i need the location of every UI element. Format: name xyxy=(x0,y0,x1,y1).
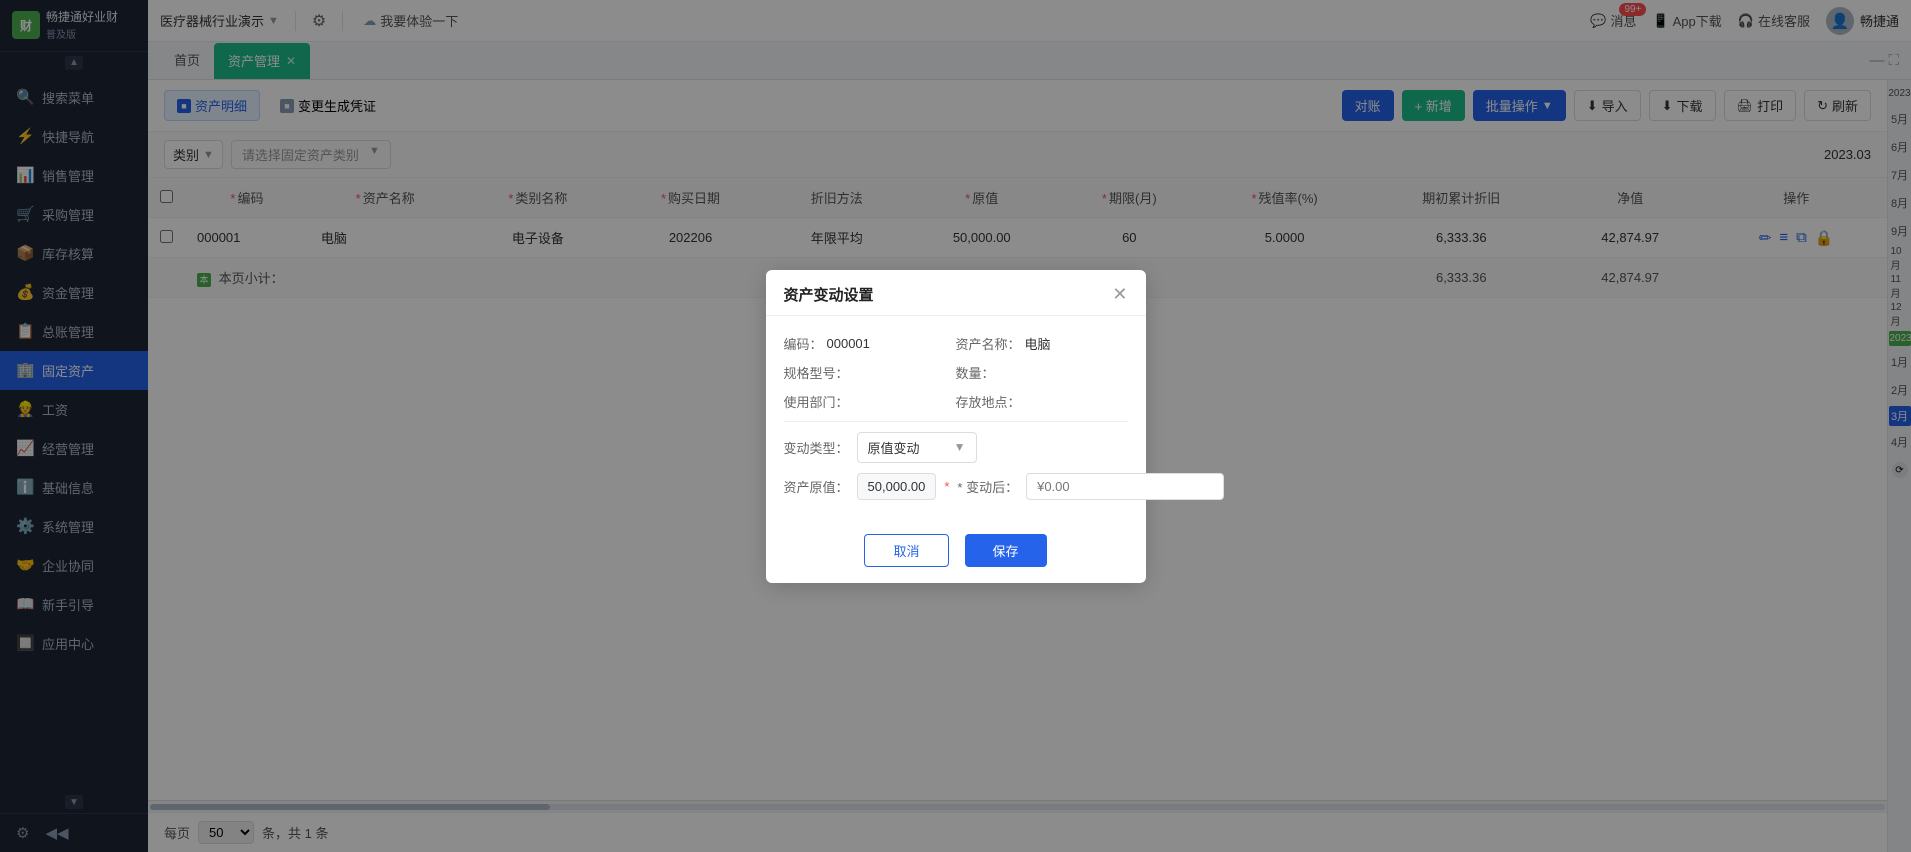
original-value-label: 资产原值： xyxy=(784,477,849,496)
dialog-field-location: 存放地点： xyxy=(956,392,1128,411)
change-type-label: 变动类型： xyxy=(784,438,849,457)
dialog-field-spec: 规格型号： xyxy=(784,363,956,382)
dialog-body: 编码： 000001 资产名称： 电脑 规格型号： 数量： xyxy=(766,316,1146,522)
change-type-select[interactable]: 原值变动 ▼ xyxy=(857,432,977,463)
dialog-field-dept: 使用部门： xyxy=(784,392,956,411)
after-change-input[interactable] xyxy=(1026,473,1224,500)
spec-label: 规格型号： xyxy=(784,363,849,382)
dialog-row-3: 使用部门： 存放地点： xyxy=(784,392,1128,411)
dialog-divider xyxy=(784,421,1128,422)
dialog-field-code: 编码： 000001 xyxy=(784,334,956,353)
dialog-field-quantity: 数量： xyxy=(956,363,1128,382)
dept-label: 使用部门： xyxy=(784,392,849,411)
quantity-label: 数量： xyxy=(956,363,995,382)
asset-change-dialog: 资产变动设置 ✕ 编码： 000001 资产名称： 电脑 规格型号： xyxy=(766,270,1146,583)
value-row: 资产原值： 50,000.00 * * 变动后： xyxy=(784,473,1128,500)
after-change-label: * 变动后： xyxy=(957,477,1018,496)
asset-name-label: 资产名称： xyxy=(956,334,1021,353)
dialog-footer: 取消 保存 xyxy=(766,522,1146,583)
original-value-display: 50,000.00 xyxy=(857,473,937,500)
asset-name-value: 电脑 xyxy=(1025,334,1051,353)
dialog-row-1: 编码： 000001 资产名称： 电脑 xyxy=(784,334,1128,353)
dialog-close-button[interactable]: ✕ xyxy=(1112,284,1127,305)
dialog-row-2: 规格型号： 数量： xyxy=(784,363,1128,382)
save-button[interactable]: 保存 xyxy=(965,534,1047,567)
location-label: 存放地点： xyxy=(956,392,1021,411)
cancel-button[interactable]: 取消 xyxy=(864,534,948,567)
code-label: 编码： xyxy=(784,334,823,353)
change-type-dropdown-icon: ▼ xyxy=(954,440,966,454)
change-type-value: 原值变动 xyxy=(868,438,920,457)
modal-overlay[interactable]: 资产变动设置 ✕ 编码： 000001 资产名称： 电脑 规格型号： xyxy=(0,0,1911,852)
dialog-field-name: 资产名称： 电脑 xyxy=(956,334,1128,353)
dialog-header: 资产变动设置 ✕ xyxy=(766,270,1146,316)
code-value: 000001 xyxy=(827,336,870,351)
change-type-row: 变动类型： 原值变动 ▼ xyxy=(784,432,1128,463)
dialog-title: 资产变动设置 xyxy=(784,284,874,305)
